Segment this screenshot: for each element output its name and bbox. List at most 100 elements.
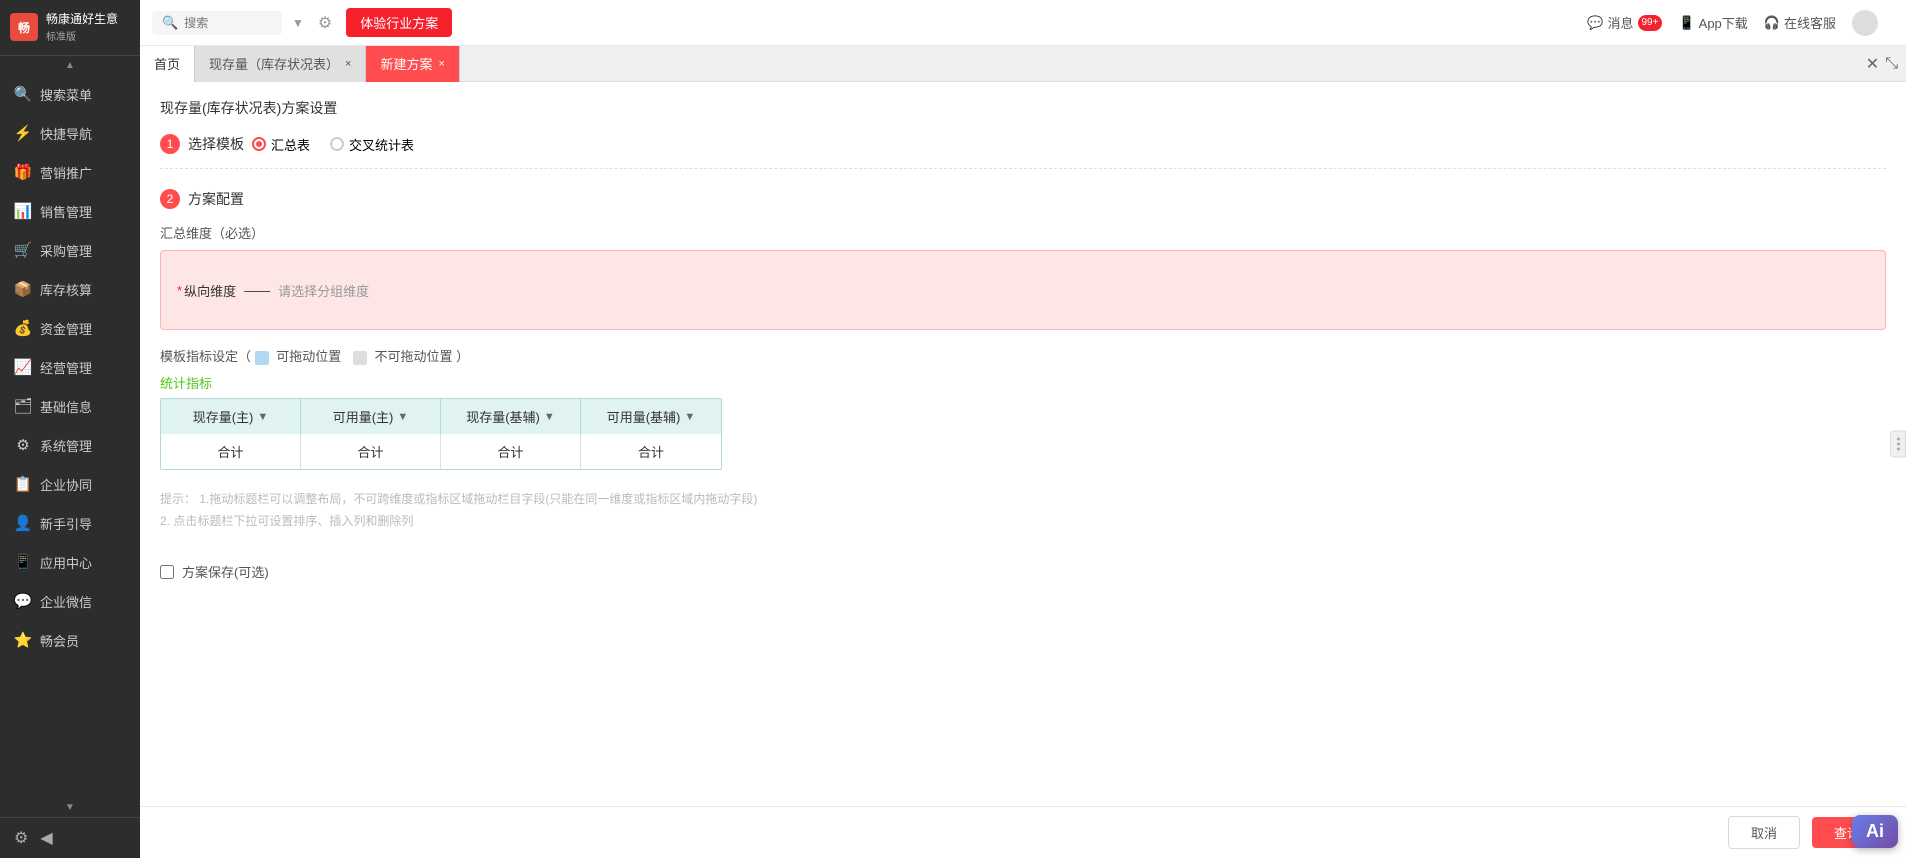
sidebar-item-wechat[interactable]: 💬 企业微信 [0,582,140,621]
tab-new-plan-close[interactable]: × [438,58,444,70]
sidebar-item-label: 应用中心 [40,553,92,572]
sidebar-item-member[interactable]: ⭐ 畅会员 [0,621,140,660]
tab-home[interactable]: 首页 [140,46,195,82]
settings-icon[interactable]: ⚙ [14,828,28,848]
tab-new-plan-label: 新建方案 [380,54,432,73]
sidebar-item-label: 资金管理 [40,319,92,338]
tip1: 提示： 1.拖动标题栏可以调整布局，不可跨维度或指标区域拖动栏目字段(只能在同一… [160,489,1886,511]
handle-dot3 [1897,448,1900,451]
radio-dot-cross [330,137,344,151]
sidebar-item-marketing[interactable]: 🎁 营销推广 [0,153,140,192]
radio-dot-summary [252,137,266,151]
tab-inventory[interactable]: 现存量（库存状况表） × [195,46,366,82]
sidebar-item-label: 搜索菜单 [40,85,92,104]
cell-available-aux-total: 合计 [581,434,721,469]
radio-cross-label: 交叉统计表 [349,135,414,154]
col-current-main-chevron[interactable]: ▼ [257,411,268,423]
col-available-aux-chevron[interactable]: ▼ [684,411,695,423]
sidebar-item-label: 企业微信 [40,592,92,611]
sidebar-item-basic[interactable]: 🗂 基础信息 [0,387,140,426]
topbar-search-box[interactable]: 🔍 [152,11,282,35]
sidebar-item-purchase[interactable]: 🛒 采购管理 [0,231,140,270]
col-current-aux[interactable]: 现存量(基辅) ▼ [441,399,581,434]
trial-btn[interactable]: 体验行业方案 [346,8,452,37]
save-checkbox[interactable] [160,565,174,579]
ai-badge[interactable]: Ai [1852,815,1898,848]
fixed-label: 不可拖动位置 [375,349,453,364]
service-icon: 🎧 [1764,15,1780,31]
col-current-aux-chevron[interactable]: ▼ [544,411,555,423]
user-avatar[interactable] [1852,10,1878,36]
radio-cross[interactable]: 交叉统计表 [330,135,414,154]
sidebar-item-label: 系统管理 [40,436,92,455]
search-input[interactable] [184,16,264,30]
msg-btn[interactable]: 💬 消息 99+ [1587,13,1662,32]
system-icon: ⚙ [14,436,32,454]
sidebar-item-sales[interactable]: 📊 销售管理 [0,192,140,231]
col-available-main[interactable]: 可用量(主) ▼ [301,399,441,434]
gift-icon: 🎁 [14,163,32,181]
sidebar-item-newbie[interactable]: 👤 新手引导 [0,504,140,543]
radio-group-template: 汇总表 交叉统计表 [252,135,414,154]
tip2: 2. 点击标题栏下拉可设置排序、插入列和删除列 [160,511,1886,533]
msg-icon: 💬 [1587,15,1603,31]
col-available-main-chevron[interactable]: ▼ [397,411,408,423]
dim-area[interactable]: * 纵向维度 —— 请选择分组维度 [160,250,1886,330]
sidebar-item-shortcut[interactable]: ⚡ 快捷导航 [0,114,140,153]
topbar-right: 💬 消息 99+ 📱 App下载 🎧 在线客服 [1587,10,1894,36]
topbar-gear-icon[interactable]: ⚙ [318,13,332,33]
draggable-badge [255,351,269,365]
sidebar-item-label: 采购管理 [40,241,92,260]
tab-inventory-close[interactable]: × [345,58,351,70]
sidebar-logo: 畅 畅康通好生意 标准版 [0,0,140,56]
right-panel-handle[interactable] [1890,431,1906,458]
section-plan: 2 方案配置 汇总维度（必选） * 纵向维度 —— 请选择分组维度 模板指标设定… [160,189,1886,532]
dim-select-hint: 请选择分组维度 [278,281,369,300]
tab-home-label: 首页 [154,54,180,73]
app-name: 畅康通好生意 [46,12,118,28]
sidebar-item-label: 快捷导航 [40,124,92,143]
content-area: 现存量(库存状况表)方案设置 1 选择模板 汇总表 交叉统计表 [140,82,1906,806]
cancel-button[interactable]: 取消 [1728,816,1800,849]
close-window-btn[interactable]: ✕ [1866,54,1879,74]
section-template: 1 选择模板 汇总表 交叉统计表 [160,134,1886,169]
sidebar-item-label: 销售管理 [40,202,92,221]
service-label: 在线客服 [1784,13,1836,32]
app-label: App下载 [1699,13,1748,32]
wechat-icon: 💬 [14,592,32,610]
sidebar-item-system[interactable]: ⚙ 系统管理 [0,426,140,465]
section1-title: 选择模板 [188,134,244,154]
topbar-dropdown-icon[interactable]: ▼ [292,16,304,30]
sidebar-item-label: 库存核算 [40,280,92,299]
expand-window-btn[interactable]: ⤡ [1885,55,1898,73]
col-current-main[interactable]: 现存量(主) ▼ [161,399,301,434]
app-download-btn[interactable]: 📱 App下载 [1678,13,1747,32]
section2-num: 2 [160,189,180,209]
sidebar-item-label: 新手引导 [40,514,92,533]
dim-required-star: * [177,283,182,298]
sidebar-item-label: 营销推广 [40,163,92,182]
sidebar-scroll-up[interactable]: ▲ [0,56,140,75]
tips-area: 提示： 1.拖动标题栏可以调整布局，不可跨维度或指标区域拖动栏目字段(只能在同一… [160,489,1886,532]
sidebar-item-finance[interactable]: 💰 资金管理 [0,309,140,348]
sidebar-item-enterprise[interactable]: 📋 企业协同 [0,465,140,504]
sidebar-item-search[interactable]: 🔍 搜索菜单 [0,75,140,114]
operation-icon: 📈 [14,358,32,376]
sidebar-scroll-down[interactable]: ▼ [0,798,140,817]
msg-label: 消息 [1607,13,1633,32]
col-available-aux[interactable]: 可用量(基辅) ▼ [581,399,721,434]
sidebar-item-operation[interactable]: 📈 经营管理 [0,348,140,387]
tab-new-plan[interactable]: 新建方案 × [366,46,459,82]
service-btn[interactable]: 🎧 在线客服 [1764,13,1836,32]
msg-badge: 99+ [1638,15,1663,31]
app-icon: 📱 [1678,15,1694,31]
sidebar-item-inventory[interactable]: 📦 库存核算 [0,270,140,309]
collapse-icon[interactable]: ◀ [40,828,52,848]
sidebar-item-label: 经营管理 [40,358,92,377]
radio-summary[interactable]: 汇总表 [252,135,310,154]
sidebar-item-appstore[interactable]: 📱 应用中心 [0,543,140,582]
sidebar-item-label: 畅会员 [40,631,79,650]
indicator-suffix: ） [456,349,469,364]
tab-inventory-label: 现存量（库存状况表） [209,54,339,73]
member-icon: ⭐ [14,631,32,649]
